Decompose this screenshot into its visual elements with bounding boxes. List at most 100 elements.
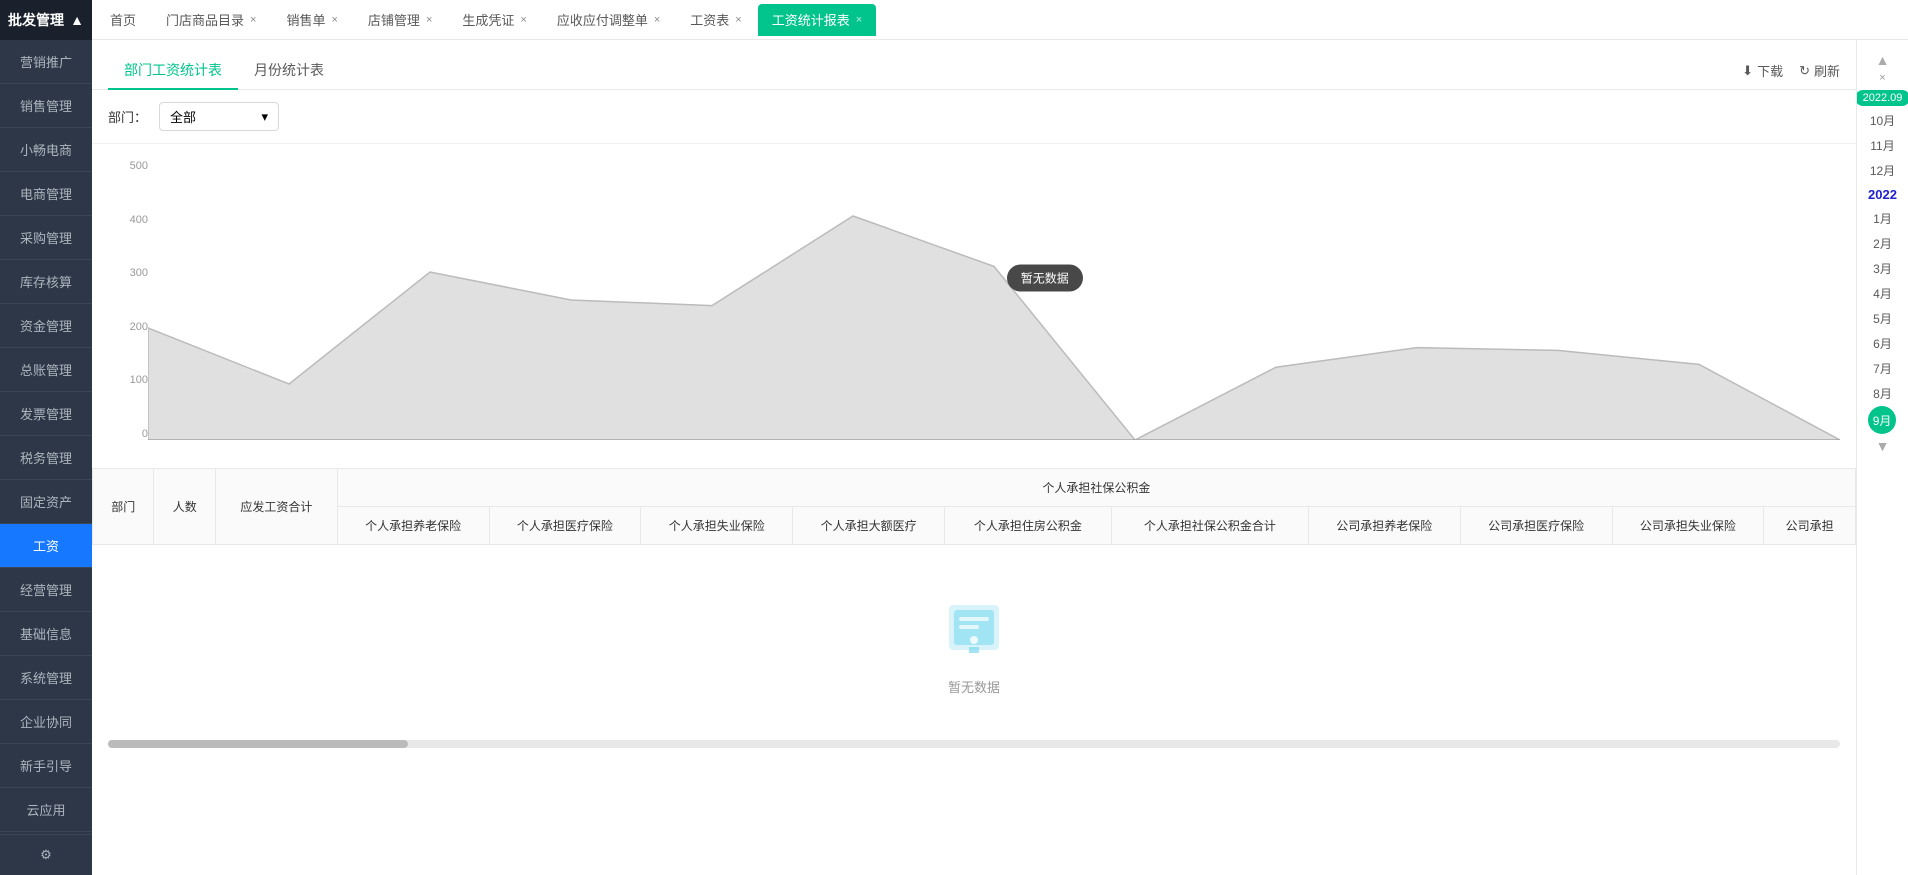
tab-label: 首页: [110, 10, 136, 29]
chart-y-axis: 5004003002001000: [108, 160, 148, 440]
sidebar-item-采购管理[interactable]: 采购管理: [0, 216, 92, 260]
timeline-item-2022[interactable]: 2022: [1868, 183, 1897, 206]
dept-select[interactable]: 全部 ▾: [159, 102, 279, 131]
sidebar-item-资金管理[interactable]: 资金管理: [0, 304, 92, 348]
y-axis-label: 400: [130, 214, 148, 226]
empty-icon: [934, 585, 1014, 665]
timeline-items-container: 10月11月12月20221月2月3月4月5月6月7月8月9月: [1868, 108, 1897, 434]
sidebar-header[interactable]: 批发管理 ▲: [0, 0, 92, 40]
sidebar-item-发票管理[interactable]: 发票管理: [0, 392, 92, 436]
sidebar-item-企业协同[interactable]: 企业协同: [0, 700, 92, 744]
sub-tabs-container: 部门工资统计表月份统计表: [108, 52, 340, 89]
tab-close-icon[interactable]: ×: [250, 14, 256, 26]
timeline-item-5月[interactable]: 5月: [1868, 306, 1897, 331]
sub-tab-部门工资统计表[interactable]: 部门工资统计表: [108, 52, 238, 90]
sidebar-item-工资[interactable]: 工资: [0, 524, 92, 568]
table-wrapper[interactable]: 部门人数应发工资合计个人承担社保公积金个人承担养老保险个人承担医疗保险个人承担失…: [92, 468, 1856, 875]
sidebar-item-系统管理[interactable]: 系统管理: [0, 656, 92, 700]
scroll-track[interactable]: [108, 740, 1840, 748]
sidebar-item-经营管理[interactable]: 经营管理: [0, 568, 92, 612]
sidebar-item-库存核算[interactable]: 库存核算: [0, 260, 92, 304]
tab-生成凭证[interactable]: 生成凭证 ×: [448, 4, 540, 36]
tab-店铺管理[interactable]: 店铺管理 ×: [354, 4, 446, 36]
tab-close-icon[interactable]: ×: [654, 14, 660, 26]
table-sub-header: 公司承担医疗保险: [1460, 507, 1612, 545]
tab-close-icon[interactable]: ×: [331, 14, 337, 26]
page-content: 部门工资统计表月份统计表 ⬇ 下载 ↻ 刷新 部门： 全部 ▾: [92, 40, 1856, 875]
tab-close-icon[interactable]: ×: [426, 14, 432, 26]
tab-close-icon[interactable]: ×: [735, 14, 741, 26]
tab-工资统计报表[interactable]: 工资统计报表 ×: [758, 4, 876, 36]
table-sub-header: 个人承担大额医疗: [793, 507, 945, 545]
tab-label: 销售单: [286, 10, 325, 29]
tab-close-icon[interactable]: ×: [856, 14, 862, 26]
sidebar-item-新手引导[interactable]: 新手引导: [0, 744, 92, 788]
sidebar-item-电商管理[interactable]: 电商管理: [0, 172, 92, 216]
sub-tab-月份统计表[interactable]: 月份统计表: [238, 52, 340, 90]
timeline-down-nav[interactable]: ▼: [1872, 434, 1894, 458]
table-sub-header: 公司承担: [1764, 507, 1856, 545]
table-sub-header: 公司承担失业保险: [1612, 507, 1764, 545]
chart-area: 5004003002001000 暂无数据: [92, 144, 1856, 460]
timeline-item-10月[interactable]: 10月: [1868, 108, 1897, 133]
sidebar-item-小畅电商[interactable]: 小畅电商: [0, 128, 92, 172]
tab-label: 店铺管理: [368, 10, 420, 29]
tab-门店商品目录[interactable]: 门店商品目录×: [152, 4, 270, 36]
settings-icon: ⚙: [40, 847, 52, 862]
tab-首页[interactable]: 首页: [96, 4, 150, 36]
download-button[interactable]: ⬇ 下载: [1742, 61, 1783, 80]
table-header-应发工资合计: 应发工资合计: [215, 469, 337, 545]
refresh-icon: ↻: [1799, 63, 1810, 79]
tab-工资表[interactable]: 工资表×: [676, 4, 755, 36]
tab-应收应付调整单[interactable]: 应收应付调整单 ×: [543, 4, 674, 36]
chart-svg: [148, 160, 1840, 440]
timeline-item-6月[interactable]: 6月: [1868, 331, 1897, 356]
refresh-label: 刷新: [1814, 61, 1840, 80]
no-data-tooltip: 暂无数据: [1007, 264, 1083, 291]
table-sub-header: 个人承担养老保险: [337, 507, 489, 545]
table-scroll[interactable]: 部门人数应发工资合计个人承担社保公积金个人承担养老保险个人承担医疗保险个人承担失…: [92, 468, 1856, 545]
chart-svg-wrapper: 暂无数据: [148, 160, 1840, 440]
table-header-人数: 人数: [154, 469, 215, 545]
sidebar-item-云应用[interactable]: 云应用: [0, 788, 92, 832]
timeline-item-11月[interactable]: 11月: [1868, 133, 1897, 158]
y-axis-label: 500: [130, 160, 148, 172]
timeline-item-4月[interactable]: 4月: [1868, 281, 1897, 306]
table-header-部门: 部门: [93, 469, 154, 545]
timeline-item-12月[interactable]: 12月: [1868, 158, 1897, 183]
timeline-item-9月[interactable]: 9月: [1868, 406, 1896, 434]
sidebar-item-基础信息[interactable]: 基础信息: [0, 612, 92, 656]
sidebar-item-总账管理[interactable]: 总账管理: [0, 348, 92, 392]
scroll-thumb[interactable]: [108, 740, 408, 748]
sidebar-item-税务管理[interactable]: 税务管理: [0, 436, 92, 480]
table-group-header: 个人承担社保公积金: [337, 469, 1855, 507]
tab-销售单[interactable]: 销售单 ×: [272, 4, 351, 36]
table-head: 部门人数应发工资合计个人承担社保公积金个人承担养老保险个人承担医疗保险个人承担失…: [93, 469, 1856, 545]
toolbar: 部门： 全部 ▾: [92, 90, 1856, 144]
y-axis-label: 100: [130, 374, 148, 386]
tab-label: 生成凭证: [462, 10, 514, 29]
chart-container: 5004003002001000 暂无数据: [108, 160, 1840, 460]
sidebar-footer-settings[interactable]: ⚙: [0, 834, 92, 875]
sidebar-item-固定资产[interactable]: 固定资产: [0, 480, 92, 524]
timeline-active-date[interactable]: 2022.09: [1856, 90, 1908, 106]
timeline-up-nav[interactable]: ▲: [1872, 48, 1894, 72]
content-area: 部门工资统计表月份统计表 ⬇ 下载 ↻ 刷新 部门： 全部 ▾: [92, 40, 1908, 875]
timeline-item-7月[interactable]: 7月: [1868, 356, 1897, 381]
timeline-item-2月[interactable]: 2月: [1868, 231, 1897, 256]
y-axis-label: 300: [130, 267, 148, 279]
timeline-close[interactable]: ×: [1879, 72, 1885, 84]
dept-value: 全部: [170, 107, 196, 126]
timeline-item-8月[interactable]: 8月: [1868, 381, 1897, 406]
timeline-item-3月[interactable]: 3月: [1868, 256, 1897, 281]
tab-label: 应收应付调整单: [557, 10, 648, 29]
timeline-item-1月[interactable]: 1月: [1868, 206, 1897, 231]
table-sub-header: 个人承担社保公积金合计: [1111, 507, 1308, 545]
sidebar-item-销售管理[interactable]: 销售管理: [0, 84, 92, 128]
tab-close-icon[interactable]: ×: [520, 14, 526, 26]
refresh-button[interactable]: ↻ 刷新: [1799, 61, 1840, 80]
download-icon: ⬇: [1742, 63, 1753, 79]
sidebar-item-营销推广[interactable]: 营销推广: [0, 40, 92, 84]
sidebar-collapse-icon[interactable]: ▲: [70, 12, 84, 28]
tab-label: 工资统计报表: [772, 10, 850, 29]
